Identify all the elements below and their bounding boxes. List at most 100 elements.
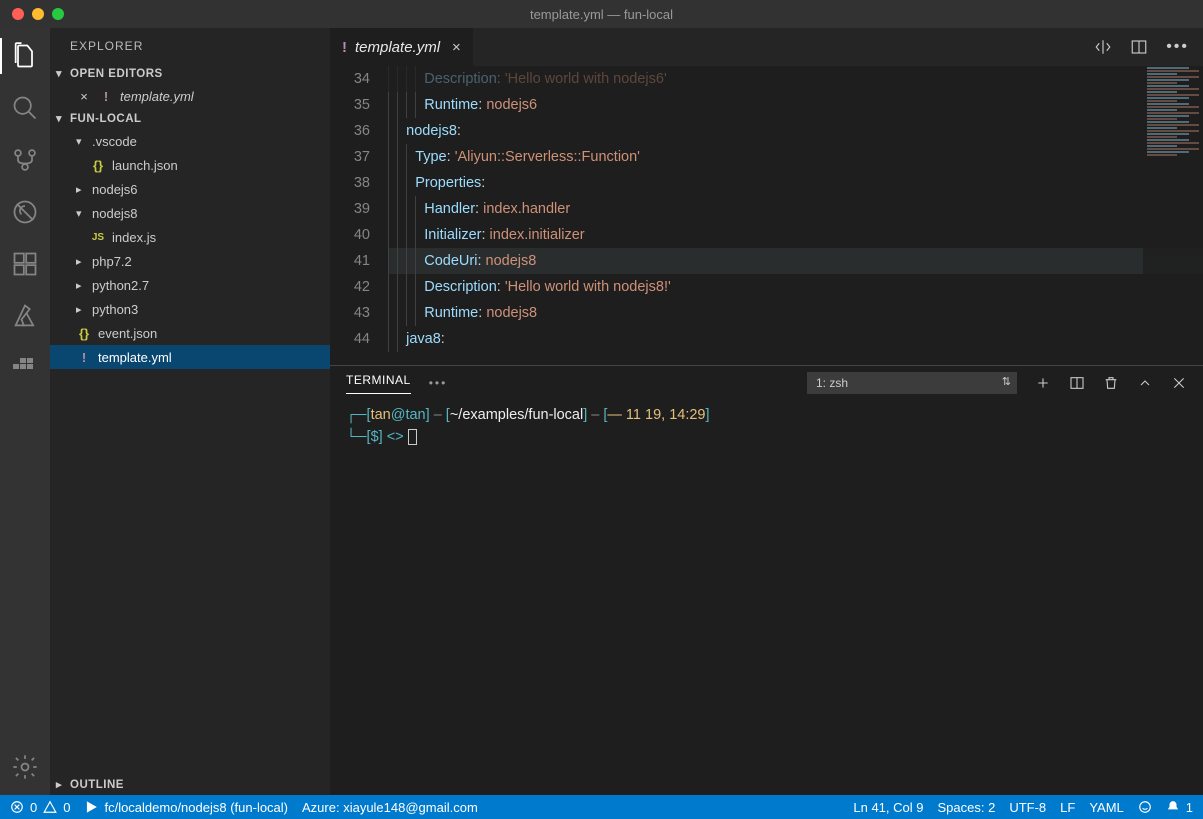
indent-label: Spaces: 2 (937, 800, 995, 815)
chevron-right-icon: ▸ (56, 778, 66, 791)
terminal-output[interactable]: ┌─[tan@tan] – [~/examples/fun-local] – [… (330, 400, 1203, 795)
folder-php72[interactable]: ▸ php7.2 (50, 249, 330, 273)
yaml-file-icon: ! (98, 89, 114, 104)
split-terminal-icon[interactable] (1069, 375, 1085, 391)
chevron-down-icon: ▾ (76, 135, 86, 148)
tab-template-yml[interactable]: ! template.yml × (330, 28, 473, 66)
new-terminal-icon[interactable] (1035, 375, 1051, 391)
search-icon[interactable] (0, 94, 50, 122)
editor-actions: ••• (1080, 28, 1203, 66)
chevron-down-icon: ▾ (56, 112, 66, 125)
language-label: YAML (1089, 800, 1123, 815)
project-label: FUN-LOCAL (70, 113, 142, 125)
json-file-icon: {} (76, 326, 92, 341)
close-window-icon[interactable] (12, 8, 24, 20)
status-feedback[interactable] (1138, 800, 1152, 814)
debug-icon[interactable] (0, 198, 50, 226)
source-control-icon[interactable] (0, 146, 50, 174)
folder-vscode[interactable]: ▾.vscode (50, 129, 330, 153)
more-tabs-icon[interactable]: ••• (429, 376, 448, 390)
extensions-icon[interactable] (0, 250, 50, 278)
code-content[interactable]: Description: 'Hello world with nodejs6' … (388, 66, 1203, 365)
more-actions-icon[interactable]: ••• (1166, 38, 1189, 56)
js-file-icon: JS (90, 232, 106, 243)
tab-close-icon[interactable]: × (452, 39, 461, 56)
sidebar-title: EXPLORER (50, 28, 330, 63)
window-title: template.yml — fun-local (530, 7, 673, 22)
status-indent[interactable]: Spaces: 2 (937, 800, 995, 815)
compare-icon[interactable] (1094, 38, 1112, 56)
file-event-json[interactable]: {} event.json (50, 321, 330, 345)
main-area: EXPLORER ▾ OPEN EDITORS × ! template.yml… (0, 28, 1203, 795)
status-cursor-pos[interactable]: Ln 41, Col 9 (853, 800, 923, 815)
title-bar: template.yml — fun-local (0, 0, 1203, 28)
status-notifications[interactable]: 1 (1166, 800, 1193, 815)
file-label: index.js (112, 230, 156, 245)
yaml-file-icon: ! (76, 350, 92, 365)
play-icon (84, 800, 98, 814)
folder-label: php7.2 (92, 254, 132, 269)
chevron-right-icon: ▸ (76, 303, 86, 316)
editor-group: ! template.yml × ••• 3435363738394041424… (330, 28, 1203, 795)
terminal-line: └─[$] <> (346, 426, 1187, 448)
azure-icon[interactable] (0, 302, 50, 330)
status-encoding[interactable]: UTF-8 (1009, 800, 1046, 815)
terminal-cursor (408, 429, 417, 445)
minimap[interactable] (1143, 66, 1203, 365)
chevron-right-icon: ▸ (76, 279, 86, 292)
window-controls (12, 8, 64, 20)
folder-nodejs6[interactable]: ▸ nodejs6 (50, 177, 330, 201)
explorer-icon[interactable] (0, 42, 50, 70)
project-section[interactable]: ▾ FUN-LOCAL (50, 108, 330, 129)
kill-terminal-icon[interactable] (1103, 375, 1119, 391)
open-editors-section[interactable]: ▾ OPEN EDITORS (50, 63, 330, 84)
cursor-pos-label: Ln 41, Col 9 (853, 800, 923, 815)
eol-label: LF (1060, 800, 1075, 815)
terminal-panel: TERMINAL ••• 1: zsh ┌─[tan@tan] – [~/exa… (330, 365, 1203, 795)
chevron-down-icon: ▾ (56, 67, 66, 80)
code-editor[interactable]: 3435363738394041424344 Description: 'Hel… (330, 66, 1203, 365)
status-debug-target[interactable]: fc/localdemo/nodejs8 (fun-local) (84, 800, 288, 815)
chevron-right-icon: ▸ (76, 255, 86, 268)
folder-label: nodejs6 (92, 182, 138, 197)
outline-label: OUTLINE (70, 779, 124, 791)
status-language[interactable]: YAML (1089, 800, 1123, 815)
file-index-js[interactable]: JS index.js (50, 225, 330, 249)
folder-python27[interactable]: ▸ python2.7 (50, 273, 330, 297)
bell-icon (1166, 800, 1180, 814)
maximize-panel-icon[interactable] (1137, 375, 1153, 391)
status-eol[interactable]: LF (1060, 800, 1075, 815)
folder-label: python2.7 (92, 278, 149, 293)
file-label: event.json (98, 326, 157, 341)
activity-bar (0, 28, 50, 795)
status-bar: 0 0 fc/localdemo/nodejs8 (fun-local) Azu… (0, 795, 1203, 819)
settings-gear-icon[interactable] (0, 753, 50, 781)
folder-python3[interactable]: ▸python3 (50, 297, 330, 321)
open-editor-item[interactable]: × ! template.yml (50, 84, 330, 108)
chevron-right-icon: ▸ (76, 183, 86, 196)
outline-section[interactable]: ▸ OUTLINE (50, 774, 330, 795)
status-azure[interactable]: Azure: xiayule148@gmail.com (302, 800, 478, 815)
terminal-dropdown[interactable]: 1: zsh (807, 372, 1017, 394)
maximize-window-icon[interactable] (52, 8, 64, 20)
chevron-down-icon: ▾ (76, 207, 86, 220)
explorer-sidebar: EXPLORER ▾ OPEN EDITORS × ! template.yml… (50, 28, 330, 795)
folder-nodejs8[interactable]: ▾nodejs8 (50, 201, 330, 225)
close-icon[interactable]: × (76, 89, 92, 104)
terminal-line: ┌─[tan@tan] – [~/examples/fun-local] – [… (346, 404, 1187, 426)
file-label: launch.json (112, 158, 178, 173)
file-launch-json[interactable]: {} launch.json (50, 153, 330, 177)
json-file-icon: {} (90, 158, 106, 173)
split-editor-icon[interactable] (1130, 38, 1148, 56)
docker-icon[interactable] (0, 354, 50, 374)
smiley-icon (1138, 800, 1152, 814)
terminal-tab[interactable]: TERMINAL (346, 373, 411, 394)
warning-count: 0 (63, 800, 70, 815)
minimize-window-icon[interactable] (32, 8, 44, 20)
status-problems[interactable]: 0 0 (10, 800, 70, 815)
error-icon (10, 800, 24, 814)
terminal-selector[interactable]: 1: zsh (807, 372, 1017, 394)
close-panel-icon[interactable] (1171, 375, 1187, 391)
file-template-yml[interactable]: !template.yml (50, 345, 330, 369)
debug-target-label: fc/localdemo/nodejs8 (fun-local) (104, 800, 288, 815)
